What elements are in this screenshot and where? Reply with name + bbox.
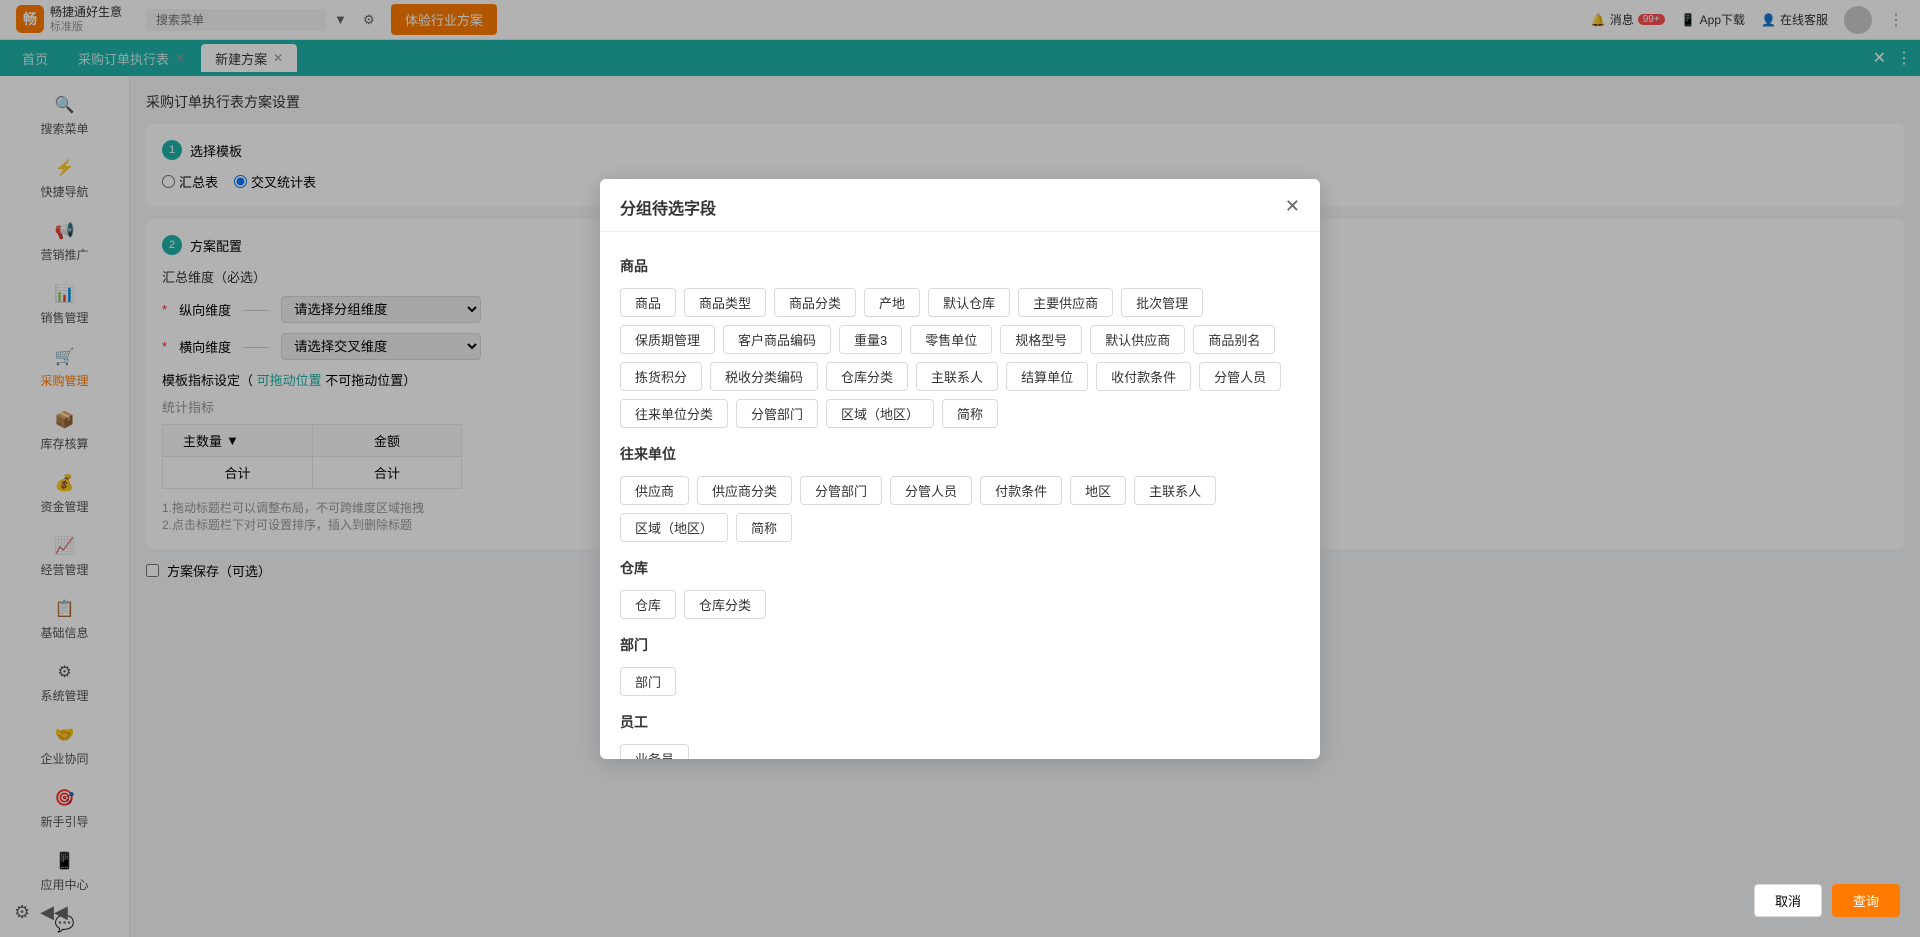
field-tag[interactable]: 收付款条件 [1096, 362, 1191, 391]
field-tag[interactable]: 商品分类 [774, 288, 856, 317]
field-tags-warehouse: 仓库 仓库分类 [620, 590, 1300, 619]
field-tag[interactable]: 批次管理 [1121, 288, 1203, 317]
modal-close-button[interactable]: ✕ [1285, 196, 1300, 217]
field-tags-staff: 业务员 [620, 744, 1300, 759]
modal-header: 分组待选字段 ✕ [600, 179, 1320, 232]
field-tag[interactable]: 付款条件 [980, 476, 1062, 505]
field-tag[interactable]: 结算单位 [1006, 362, 1088, 391]
modal-title: 分组待选字段 [620, 195, 716, 219]
field-tag[interactable]: 商品 [620, 288, 676, 317]
confirm-button[interactable]: 查询 [1832, 884, 1900, 917]
category-title-goods: 商品 [620, 256, 1300, 276]
category-title-staff: 员工 [620, 712, 1300, 732]
field-tags-dept: 部门 [620, 667, 1300, 696]
field-tag[interactable]: 客户商品编码 [723, 325, 831, 354]
category-title-warehouse: 仓库 [620, 558, 1300, 578]
field-tag[interactable]: 供应商 [620, 476, 689, 505]
field-tag[interactable]: 供应商分类 [697, 476, 792, 505]
modal-body: 商品 商品 商品类型 商品分类 产地 默认仓库 主要供应商 批次管理 保质期管理… [600, 232, 1320, 759]
field-tag[interactable]: 主联系人 [1134, 476, 1216, 505]
field-tag[interactable]: 分管人员 [1199, 362, 1281, 391]
field-tag[interactable]: 商品别名 [1193, 325, 1275, 354]
field-tag[interactable]: 简称 [942, 399, 998, 428]
field-tag[interactable]: 商品类型 [684, 288, 766, 317]
cancel-button[interactable]: 取消 [1754, 884, 1822, 917]
field-tag[interactable]: 仓库 [620, 590, 676, 619]
field-tag[interactable]: 仓库分类 [826, 362, 908, 391]
field-tag[interactable]: 保质期管理 [620, 325, 715, 354]
field-tag[interactable]: 默认供应商 [1090, 325, 1185, 354]
category-title-partner: 往来单位 [620, 444, 1300, 464]
modal-overlay: 分组待选字段 ✕ 商品 商品 商品类型 商品分类 产地 默认仓库 主要供应商 批… [0, 0, 1920, 937]
field-tag[interactable]: 区域（地区） [620, 513, 728, 542]
field-tag[interactable]: 往来单位分类 [620, 399, 728, 428]
field-tag[interactable]: 仓库分类 [684, 590, 766, 619]
field-tag[interactable]: 区域（地区） [826, 399, 934, 428]
field-tag[interactable]: 地区 [1070, 476, 1126, 505]
field-tag[interactable]: 分管人员 [890, 476, 972, 505]
field-tag[interactable]: 规格型号 [1000, 325, 1082, 354]
field-tag[interactable]: 产地 [864, 288, 920, 317]
field-tag[interactable]: 税收分类编码 [710, 362, 818, 391]
field-tag[interactable]: 简称 [736, 513, 792, 542]
bottom-actions: 取消 查询 [1754, 884, 1900, 917]
field-tag[interactable]: 业务员 [620, 744, 689, 759]
field-tag[interactable]: 拣货积分 [620, 362, 702, 391]
field-tag[interactable]: 分管部门 [800, 476, 882, 505]
field-tag[interactable]: 零售单位 [910, 325, 992, 354]
field-tags-partner: 供应商 供应商分类 分管部门 分管人员 付款条件 地区 主联系人 区域（地区） … [620, 476, 1300, 542]
field-tag[interactable]: 重量3 [839, 325, 902, 354]
field-tag[interactable]: 分管部门 [736, 399, 818, 428]
field-tag[interactable]: 主联系人 [916, 362, 998, 391]
field-tag[interactable]: 部门 [620, 667, 676, 696]
field-selection-modal: 分组待选字段 ✕ 商品 商品 商品类型 商品分类 产地 默认仓库 主要供应商 批… [600, 179, 1320, 759]
category-title-dept: 部门 [620, 635, 1300, 655]
field-tag[interactable]: 默认仓库 [928, 288, 1010, 317]
field-tags-goods: 商品 商品类型 商品分类 产地 默认仓库 主要供应商 批次管理 保质期管理 客户… [620, 288, 1300, 428]
field-tag[interactable]: 主要供应商 [1018, 288, 1113, 317]
